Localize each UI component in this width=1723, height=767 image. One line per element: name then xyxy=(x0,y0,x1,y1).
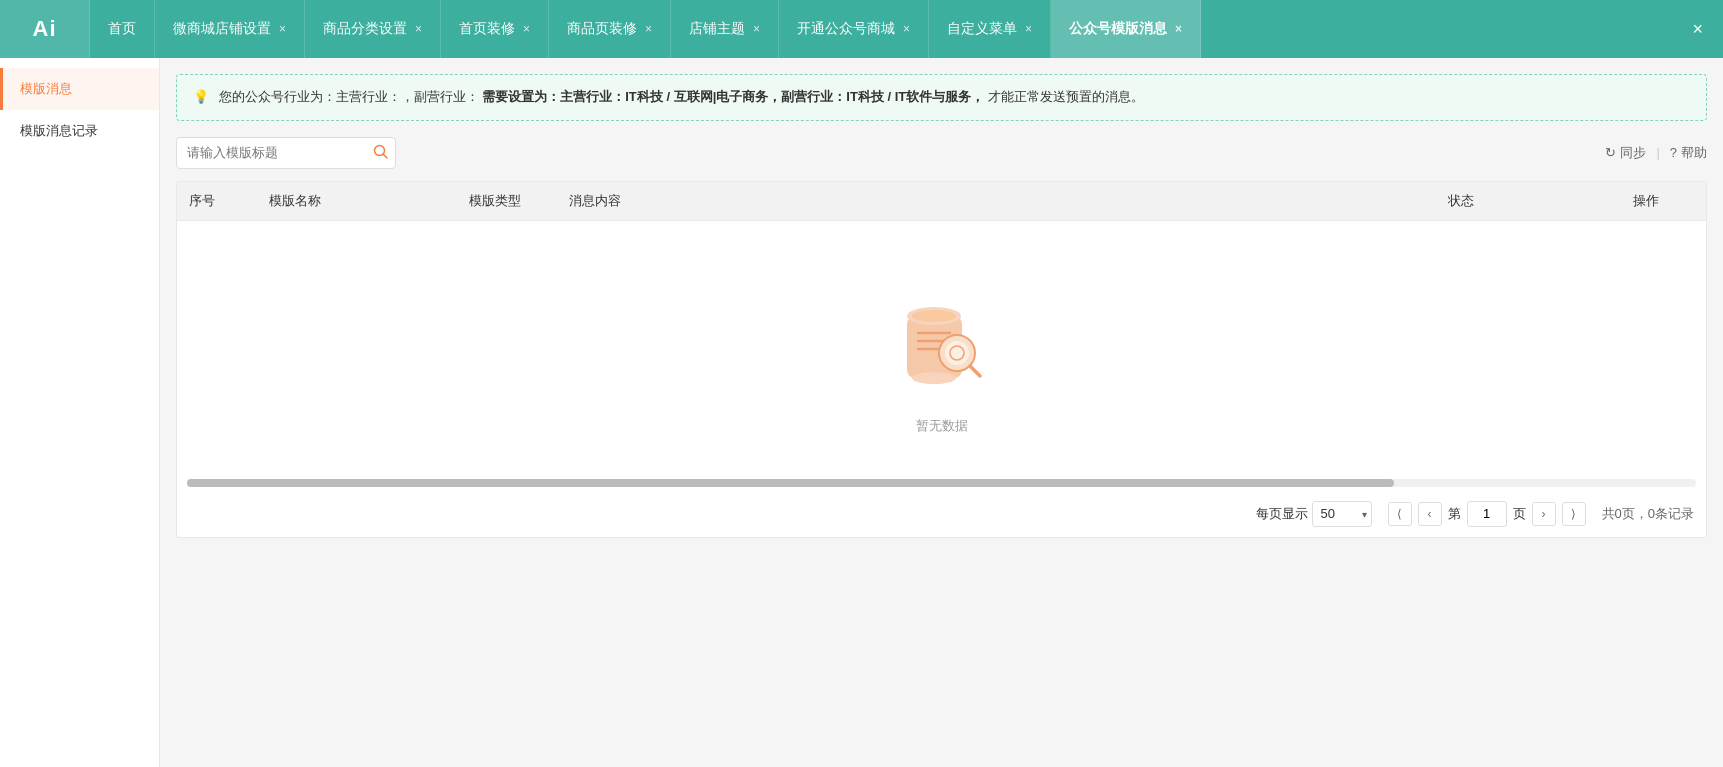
app-logo: Ai xyxy=(0,0,90,58)
search-icon[interactable] xyxy=(373,144,388,162)
search-input-wrap xyxy=(176,137,396,169)
page-size-select: 每页显示 50 ▾ xyxy=(1256,501,1372,527)
content-area: 💡 您的公众号行业为：主营行业：，副营行业： 需要设置为：主营行业：IT科技 /… xyxy=(160,58,1723,767)
sync-button[interactable]: ↻ 同步 xyxy=(1605,144,1646,162)
th-status: 状态 xyxy=(1436,182,1586,220)
next-page-button[interactable]: › xyxy=(1532,502,1556,526)
th-name: 模版名称 xyxy=(257,182,457,220)
horizontal-scrollbar[interactable] xyxy=(177,475,1706,491)
empty-text: 暂无数据 xyxy=(916,417,968,435)
tab-custom-menu[interactable]: 自定义菜单 × xyxy=(929,0,1051,58)
chevron-down-icon: ▾ xyxy=(1362,508,1367,519)
close-tab-template-msg[interactable]: × xyxy=(1175,22,1182,36)
help-button[interactable]: ? 帮助 xyxy=(1670,144,1707,162)
tab-product-decor[interactable]: 商品页装修 × xyxy=(549,0,671,58)
table-header: 序号 模版名称 模版类型 消息内容 状态 操作 xyxy=(177,182,1706,221)
sidebar-item-template-record[interactable]: 模版消息记录 xyxy=(0,110,159,152)
notice-box: 💡 您的公众号行业为：主营行业：，副营行业： 需要设置为：主营行业：IT科技 /… xyxy=(176,74,1707,121)
svg-point-13 xyxy=(912,372,956,384)
total-info: 共0页，0条记录 xyxy=(1602,505,1694,523)
tab-weshop-settings[interactable]: 微商城店铺设置 × xyxy=(155,0,305,58)
notice-icon: 💡 xyxy=(193,89,209,104)
first-page-button[interactable]: ⟨ xyxy=(1388,502,1412,526)
tab-homepage-decor[interactable]: 首页装修 × xyxy=(441,0,549,58)
tab-bar: Ai 首页 微商城店铺设置 × 商品分类设置 × 首页装修 × 商品页装修 × … xyxy=(0,0,1723,58)
close-tab-product-decor[interactable]: × xyxy=(645,22,652,36)
last-page-button[interactable]: ⟩ xyxy=(1562,502,1586,526)
prev-page-button[interactable]: ‹ xyxy=(1418,502,1442,526)
close-tab-product-category[interactable]: × xyxy=(415,22,422,36)
tab-bar-close-all[interactable]: × xyxy=(1672,0,1723,58)
th-seq: 序号 xyxy=(177,182,257,220)
page-input[interactable] xyxy=(1467,501,1507,527)
svg-line-1 xyxy=(383,154,387,158)
empty-state: 暂无数据 xyxy=(177,221,1706,475)
notice-prefix: 您的公众号行业为：主营行业：，副营行业： xyxy=(219,89,479,104)
empty-icon xyxy=(882,281,1002,401)
toolbar-right: ↻ 同步 | ? 帮助 xyxy=(1605,144,1707,162)
sidebar-item-template-message[interactable]: 模版消息 xyxy=(0,68,159,110)
tab-template-msg[interactable]: 公众号模版消息 × xyxy=(1051,0,1201,58)
close-tab-shop-theme[interactable]: × xyxy=(753,22,760,36)
close-tab-custom-menu[interactable]: × xyxy=(1025,22,1032,36)
th-content: 消息内容 xyxy=(557,182,1436,220)
per-page-selector[interactable]: 50 ▾ xyxy=(1312,501,1372,527)
toolbar-divider: | xyxy=(1656,145,1659,160)
svg-point-5 xyxy=(912,310,956,322)
help-icon: ? xyxy=(1670,145,1677,160)
sync-icon: ↻ xyxy=(1605,145,1616,160)
tab-open-mall[interactable]: 开通公众号商城 × xyxy=(779,0,929,58)
main-layout: 模版消息 模版消息记录 💡 您的公众号行业为：主营行业：，副营行业： 需要设置为… xyxy=(0,58,1723,767)
page-label-post: 页 xyxy=(1513,505,1526,523)
th-action: 操作 xyxy=(1586,182,1706,220)
close-tab-homepage-decor[interactable]: × xyxy=(523,22,530,36)
close-tab-weshop-settings[interactable]: × xyxy=(279,22,286,36)
tab-product-category[interactable]: 商品分类设置 × xyxy=(305,0,441,58)
close-tab-open-mall[interactable]: × xyxy=(903,22,910,36)
tab-home[interactable]: 首页 xyxy=(90,0,155,58)
page-label-pre: 第 xyxy=(1448,505,1461,523)
data-table: 序号 模版名称 模版类型 消息内容 状态 操作 xyxy=(176,181,1707,538)
pagination-bar: 每页显示 50 ▾ ⟨ ‹ 第 页 › ⟩ 共0页，0条记录 xyxy=(177,491,1706,537)
notice-highlight: 需要设置为：主营行业：IT科技 / 互联网|电子商务，副营行业：IT科技 / I… xyxy=(482,89,984,104)
search-input[interactable] xyxy=(176,137,396,169)
sidebar: 模版消息 模版消息记录 xyxy=(0,58,160,767)
tab-shop-theme[interactable]: 店铺主题 × xyxy=(671,0,779,58)
search-bar: ↻ 同步 | ? 帮助 xyxy=(176,137,1707,169)
notice-suffix: 才能正常发送预置的消息。 xyxy=(988,89,1144,104)
th-type: 模版类型 xyxy=(457,182,557,220)
svg-line-11 xyxy=(970,366,980,376)
svg-point-10 xyxy=(945,341,969,365)
per-page-label: 每页显示 xyxy=(1256,505,1308,523)
